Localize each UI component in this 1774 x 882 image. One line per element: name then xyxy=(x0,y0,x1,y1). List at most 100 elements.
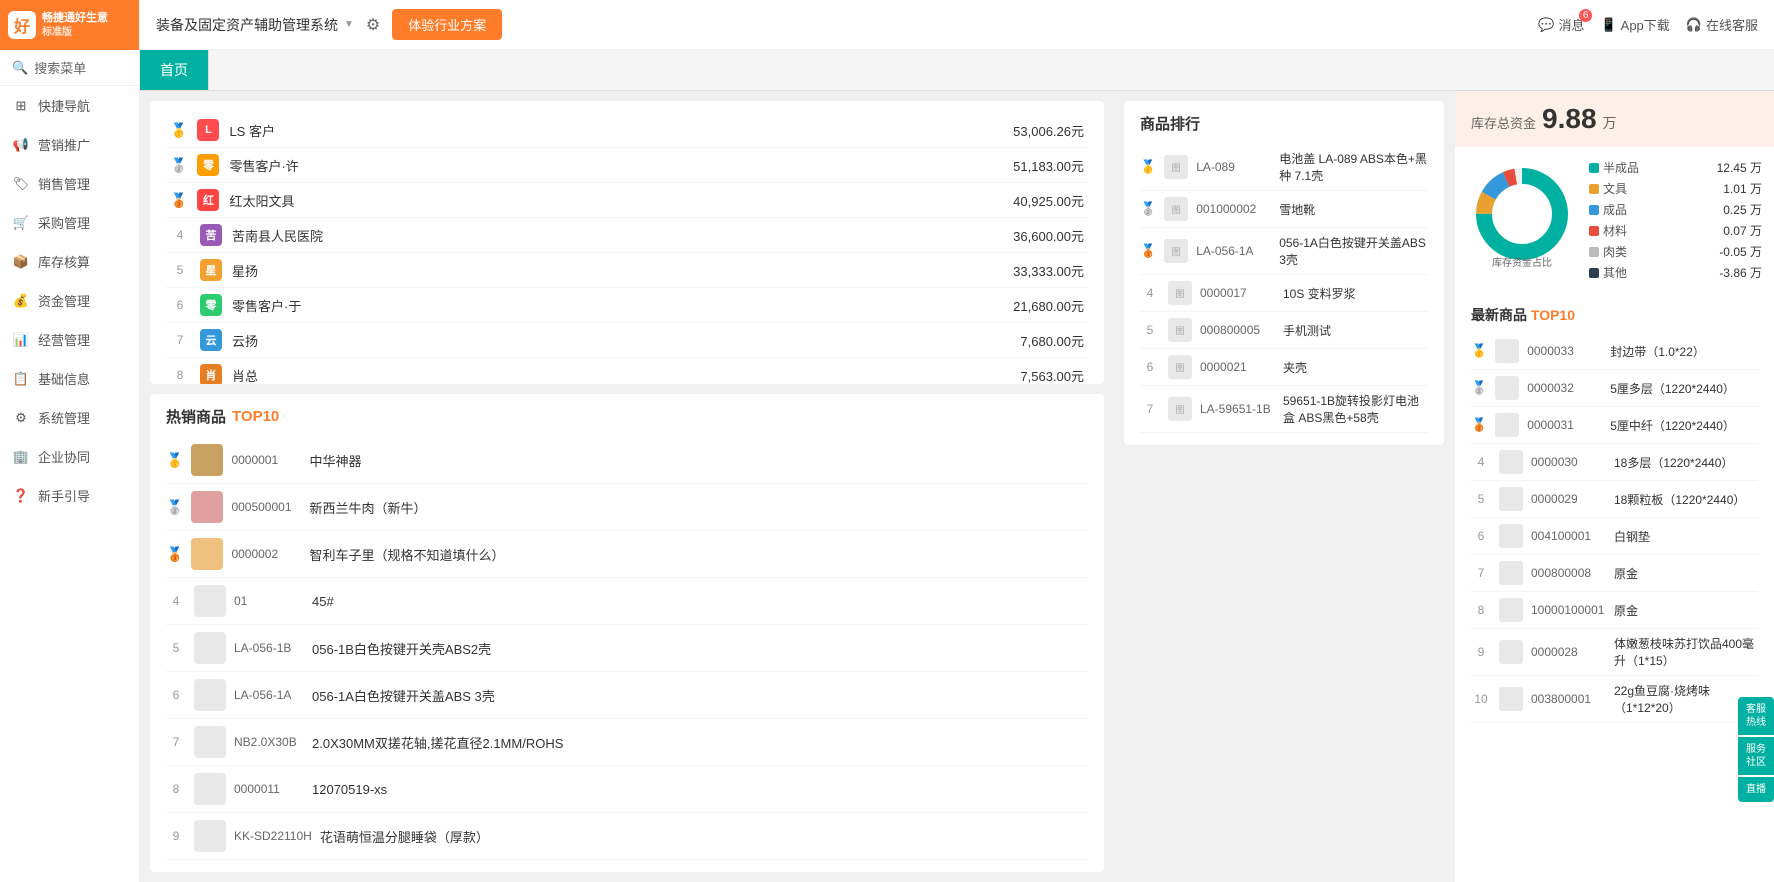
rank-badge: 红 xyxy=(197,189,219,211)
hot-product-row-1: 🥇 0000001 中华神器 xyxy=(166,437,1088,484)
legend-item: 成品 0.25 万 xyxy=(1589,201,1762,218)
right-panel: 库存总资金 9.88 万 xyxy=(1454,91,1774,882)
product-name: 电池盖 LA-089 ABS本色+黑种 7.1壳 xyxy=(1279,150,1428,184)
sidebar-item-sales[interactable]: 🏷销售管理 xyxy=(0,164,139,203)
sidebar-item-system[interactable]: ⚙系统管理 xyxy=(0,398,139,437)
notification-icon: 💬 xyxy=(1538,17,1554,33)
legend-name: 成品 xyxy=(1603,201,1627,218)
settings-icon[interactable]: ⚙ xyxy=(366,15,380,35)
new-product-row-1: 🥇 0000033 封边带（1.0*22） xyxy=(1471,333,1758,370)
product-code: 0000021 xyxy=(1200,360,1275,374)
medal-icon: 🥈 xyxy=(166,499,183,516)
product-code: LA-056-1A xyxy=(1196,244,1271,258)
product-thumb: 图 xyxy=(1164,155,1188,179)
nav-icon-system: ⚙ xyxy=(12,409,30,427)
product-thumb: 图 xyxy=(1164,239,1188,263)
sidebar-item-basic[interactable]: 📋基础信息 xyxy=(0,359,139,398)
customer-amount: 36,600.00元 xyxy=(1013,226,1084,245)
product-code: 001000002 xyxy=(1196,202,1271,216)
product-name: 056-1A白色按键开关盖ABS 3壳 xyxy=(1279,234,1428,268)
app-logo: 好 畅捷通好生意 标准版 xyxy=(0,0,139,50)
float-live[interactable]: 直播 xyxy=(1738,777,1774,802)
app-download-button[interactable]: 📱 App下载 xyxy=(1600,15,1669,34)
medal-icon: 🥉 xyxy=(1140,243,1156,259)
product-name: 手机测试 xyxy=(1283,322,1428,339)
product-code: 003800001 xyxy=(1531,692,1606,706)
product-thumb xyxy=(1495,339,1519,363)
customer-name: 肖总 xyxy=(232,366,1010,385)
logo-text: 畅捷通好生意 标准版 xyxy=(42,11,108,38)
sidebar-item-guide[interactable]: ❓新手引导 xyxy=(0,476,139,515)
rank-badge: 肖 xyxy=(200,364,222,384)
customer-row-7: 7 云 云扬 7,680.00元 xyxy=(166,323,1088,358)
rank-badge: 星 xyxy=(200,259,222,281)
content-area: 首页 🥇 L LS 客户 53,006.26元 🥈 零 零售客户·许 51,18… xyxy=(140,50,1774,882)
new-product-row-10: 10 003800001 22g鱼豆腐·烧烤味（1*12*20） xyxy=(1471,676,1758,723)
float-community[interactable]: 服务 社区 xyxy=(1738,737,1774,775)
medal-icon: 🥇 xyxy=(166,452,183,469)
tab-home[interactable]: 首页 xyxy=(140,50,209,90)
search-menu[interactable]: 🔍 搜索菜单 xyxy=(0,50,139,86)
product-name: 22g鱼豆腐·烧烤味（1*12*20） xyxy=(1614,682,1758,716)
sidebar-item-purchase[interactable]: 🛒采购管理 xyxy=(0,203,139,242)
sidebar-item-operation[interactable]: 📊经营管理 xyxy=(0,320,139,359)
legend-dot xyxy=(1589,247,1599,257)
medal-icon: 🥇 xyxy=(170,122,187,139)
sidebar-item-quick-nav[interactable]: ⊞快捷导航 xyxy=(0,86,139,125)
product-code: 000500001 xyxy=(231,500,301,514)
product-thumb xyxy=(194,632,226,664)
product-thumb xyxy=(1499,487,1523,511)
sidebar: 好 畅捷通好生意 标准版 🔍 搜索菜单 ⊞快捷导航📢营销推广🏷销售管理🛒采购管理… xyxy=(0,0,140,882)
trial-button[interactable]: 体验行业方案 xyxy=(392,9,502,40)
customer-row-6: 6 零 零售客户·于 21,680.00元 xyxy=(166,288,1088,323)
main-container: 装备及固定资产辅助管理系统 ▼ ⚙ 体验行业方案 💬 消息 6 📱 App下载 … xyxy=(140,0,1774,882)
product-thumb: 图 xyxy=(1168,397,1192,421)
legend-value: 12.45 万 xyxy=(1717,159,1762,176)
product-thumb xyxy=(194,773,226,805)
medal-icon: 🥇 xyxy=(1471,343,1487,359)
sidebar-nav: ⊞快捷导航📢营销推广🏷销售管理🛒采购管理📦库存核算💰资金管理📊经营管理📋基础信息… xyxy=(0,86,139,515)
product-code: NB2.0X30B xyxy=(234,735,304,749)
sidebar-item-enterprise[interactable]: 🏢企业协同 xyxy=(0,437,139,476)
hot-product-row-2: 🥈 000500001 新西兰牛肉（新牛） xyxy=(166,484,1088,531)
new-product-row-6: 6 004100001 白钢垫 xyxy=(1471,518,1758,555)
product-code: 004100001 xyxy=(1531,529,1606,543)
legend-name: 肉类 xyxy=(1603,243,1627,260)
hot-product-row-5: 5 LA-056-1B 056-1B白色按键开关壳ABS2壳 xyxy=(166,625,1088,672)
hot-product-row-9: 9 KK-SD22110H 花语萌恒温分腿睡袋（厚款） xyxy=(166,813,1088,860)
dropdown-arrow-icon: ▼ xyxy=(344,19,354,30)
legend-value: 0.07 万 xyxy=(1723,222,1762,239)
nav-icon-marketing: 📢 xyxy=(12,136,30,154)
product-name: 2.0X30MM双搓花轴,搓花直径2.1MM/ROHS xyxy=(312,733,1088,752)
product-name: 45# xyxy=(312,594,1088,609)
sidebar-item-marketing[interactable]: 📢营销推广 xyxy=(0,125,139,164)
customer-name: 云扬 xyxy=(232,331,1010,350)
sidebar-item-inventory[interactable]: 📦库存核算 xyxy=(0,242,139,281)
customer-name: 零售客户·许 xyxy=(229,156,1003,175)
product-code: 0000032 xyxy=(1527,381,1602,395)
product-name: 原金 xyxy=(1614,565,1758,582)
product-name: 智利车子里（规格不知道填什么） xyxy=(309,545,1088,564)
legend-name: 其他 xyxy=(1603,264,1627,281)
notifications-button[interactable]: 💬 消息 6 xyxy=(1538,15,1584,34)
product-code: 01 xyxy=(234,594,304,608)
product-code: 10000100001 xyxy=(1531,603,1606,617)
customer-row-8: 8 肖 肖总 7,563.00元 xyxy=(166,358,1088,384)
nav-icon-operation: 📊 xyxy=(12,331,30,349)
product-name: 10S 变料罗浆 xyxy=(1283,285,1428,302)
product-thumb: 图 xyxy=(1168,281,1192,305)
nav-icon-basic: 📋 xyxy=(12,370,30,388)
legend-item: 肉类 -0.05 万 xyxy=(1589,243,1762,260)
new-product-row-9: 9 0000028 体嫩葱枝味苏打饮品400毫升（1*15） xyxy=(1471,629,1758,676)
product-thumb: 图 xyxy=(1168,318,1192,342)
online-service-button[interactable]: 🎧 在线客服 xyxy=(1686,15,1758,34)
customer-row-5: 5 星 星扬 33,333.00元 xyxy=(166,253,1088,288)
legend-value: -0.05 万 xyxy=(1719,243,1762,260)
sidebar-item-finance[interactable]: 💰资金管理 xyxy=(0,281,139,320)
float-customer-service[interactable]: 客服 热线 xyxy=(1738,697,1774,735)
product-thumb xyxy=(191,491,223,523)
product-code: KK-SD22110H xyxy=(234,829,312,843)
medal-icon: 🥉 xyxy=(166,546,183,563)
left-panel: 🥇 L LS 客户 53,006.26元 🥈 零 零售客户·许 51,183.0… xyxy=(140,91,1114,882)
new-product-row-7: 7 000800008 原金 xyxy=(1471,555,1758,592)
